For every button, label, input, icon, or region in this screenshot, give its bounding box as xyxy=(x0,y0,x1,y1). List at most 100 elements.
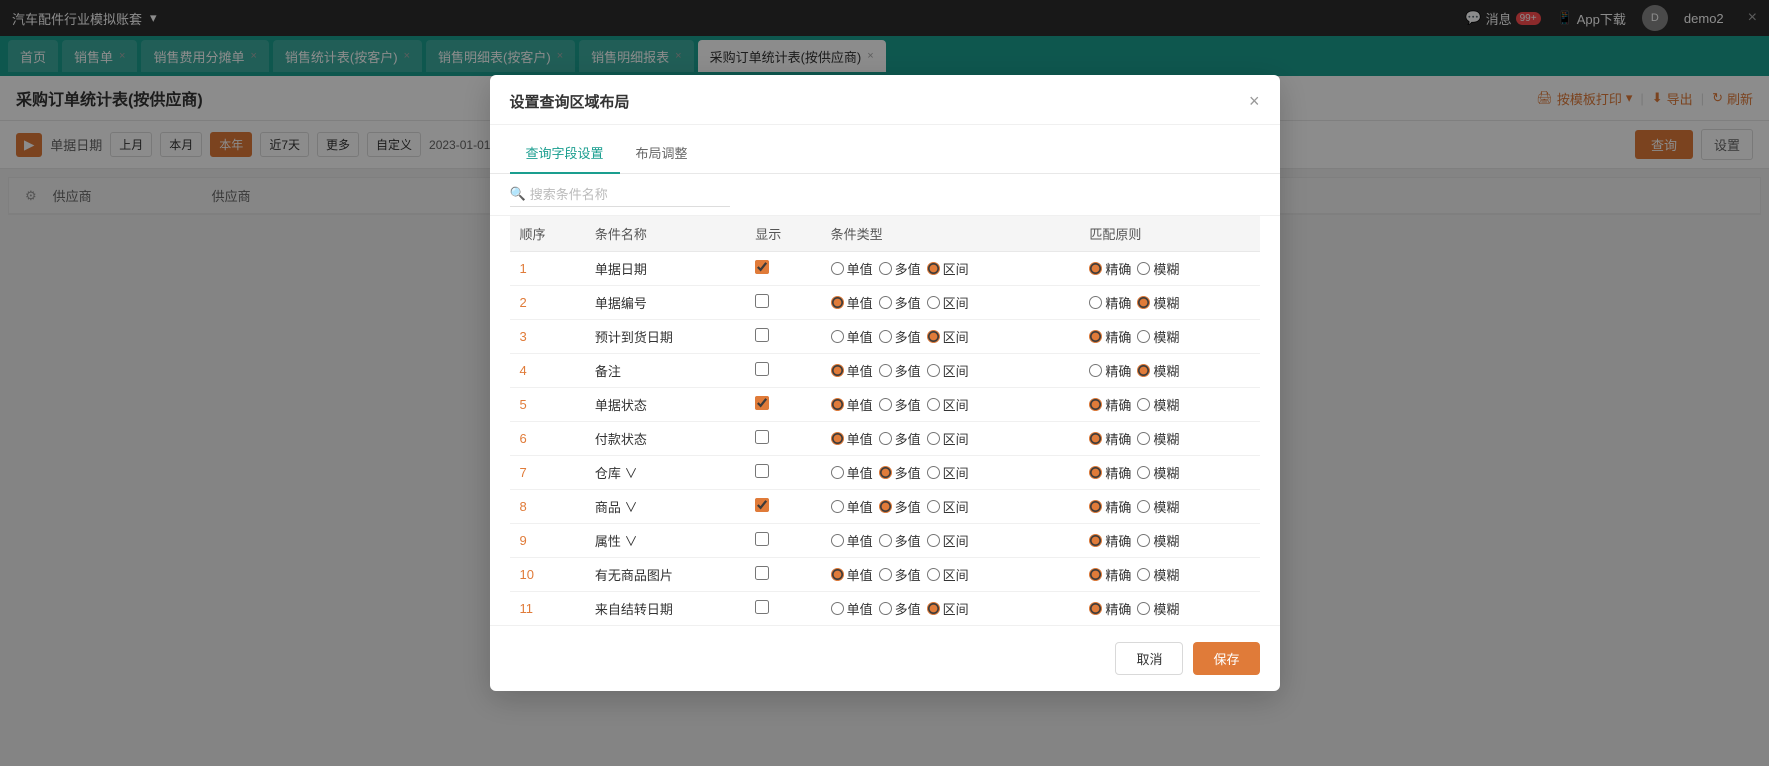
cell-show[interactable] xyxy=(745,320,820,354)
col-type: 条件类型 xyxy=(821,216,1080,252)
match-exact-radio[interactable]: 精确 xyxy=(1089,497,1131,516)
cell-type: 单值多值区间 xyxy=(821,422,1080,456)
cell-match: 精确模糊 xyxy=(1079,524,1259,558)
type-single-radio[interactable]: 单值 xyxy=(831,395,873,414)
type-multi-radio[interactable]: 多值 xyxy=(879,361,921,380)
type-range-radio[interactable]: 区间 xyxy=(927,497,969,516)
show-checkbox[interactable] xyxy=(755,430,769,444)
show-checkbox[interactable] xyxy=(755,532,769,546)
type-single-radio[interactable]: 单值 xyxy=(831,361,873,380)
match-fuzzy-radio[interactable]: 模糊 xyxy=(1137,599,1179,618)
type-multi-radio[interactable]: 多值 xyxy=(879,429,921,448)
match-fuzzy-radio[interactable]: 模糊 xyxy=(1137,565,1179,584)
match-exact-radio[interactable]: 精确 xyxy=(1089,293,1131,312)
save-button[interactable]: 保存 xyxy=(1193,642,1259,675)
type-multi-radio[interactable]: 多值 xyxy=(879,565,921,584)
type-range-radio[interactable]: 区间 xyxy=(927,429,969,448)
match-fuzzy-radio[interactable]: 模糊 xyxy=(1137,395,1179,414)
match-fuzzy-radio[interactable]: 模糊 xyxy=(1137,463,1179,482)
match-exact-radio[interactable]: 精确 xyxy=(1089,395,1131,414)
cell-type: 单值多值区间 xyxy=(821,286,1080,320)
type-multi-radio[interactable]: 多值 xyxy=(879,293,921,312)
match-fuzzy-radio[interactable]: 模糊 xyxy=(1137,327,1179,346)
cell-match: 精确模糊 xyxy=(1079,558,1259,592)
type-multi-radio[interactable]: 多值 xyxy=(879,327,921,346)
type-radio-group: 单值多值区间 xyxy=(831,259,1070,278)
type-multi-radio[interactable]: 多值 xyxy=(879,497,921,516)
type-range-radio[interactable]: 区间 xyxy=(927,565,969,584)
type-range-radio[interactable]: 区间 xyxy=(927,259,969,278)
cell-order: 11 xyxy=(510,592,585,626)
show-checkbox[interactable] xyxy=(755,294,769,308)
type-single-radio[interactable]: 单值 xyxy=(831,565,873,584)
search-input[interactable] xyxy=(530,187,710,202)
cell-show[interactable] xyxy=(745,286,820,320)
match-exact-radio[interactable]: 精确 xyxy=(1089,259,1131,278)
match-fuzzy-radio[interactable]: 模糊 xyxy=(1137,429,1179,448)
cell-show[interactable] xyxy=(745,456,820,490)
match-fuzzy-radio[interactable]: 模糊 xyxy=(1137,293,1179,312)
type-multi-radio[interactable]: 多值 xyxy=(879,395,921,414)
cell-show[interactable] xyxy=(745,422,820,456)
match-fuzzy-radio[interactable]: 模糊 xyxy=(1137,531,1179,550)
type-range-radio[interactable]: 区间 xyxy=(927,293,969,312)
cancel-button[interactable]: 取消 xyxy=(1115,642,1183,675)
type-single-radio[interactable]: 单值 xyxy=(831,259,873,278)
type-single-radio[interactable]: 单值 xyxy=(831,497,873,516)
match-exact-radio[interactable]: 精确 xyxy=(1089,463,1131,482)
order-number: 1 xyxy=(520,261,527,276)
show-checkbox[interactable] xyxy=(755,362,769,376)
type-single-radio[interactable]: 单值 xyxy=(831,463,873,482)
show-checkbox[interactable] xyxy=(755,464,769,478)
type-multi-radio[interactable]: 多值 xyxy=(879,259,921,278)
match-exact-radio[interactable]: 精确 xyxy=(1089,599,1131,618)
match-exact-radio[interactable]: 精确 xyxy=(1089,565,1131,584)
match-fuzzy-radio[interactable]: 模糊 xyxy=(1137,361,1179,380)
show-checkbox[interactable] xyxy=(755,396,769,410)
type-single-radio[interactable]: 单值 xyxy=(831,327,873,346)
tab-query-fields-label: 查询字段设置 xyxy=(526,146,604,161)
col-show: 显示 xyxy=(745,216,820,252)
match-radio-group: 精确模糊 xyxy=(1089,497,1249,516)
cell-show[interactable] xyxy=(745,252,820,286)
type-single-radio[interactable]: 单值 xyxy=(831,599,873,618)
type-multi-radio[interactable]: 多值 xyxy=(879,463,921,482)
cell-show[interactable] xyxy=(745,490,820,524)
match-radio-group: 精确模糊 xyxy=(1089,565,1249,584)
match-exact-radio[interactable]: 精确 xyxy=(1089,531,1131,550)
cell-show[interactable] xyxy=(745,524,820,558)
tab-query-fields[interactable]: 查询字段设置 xyxy=(510,137,620,174)
match-exact-radio[interactable]: 精确 xyxy=(1089,361,1131,380)
type-range-radio[interactable]: 区间 xyxy=(927,327,969,346)
show-checkbox[interactable] xyxy=(755,260,769,274)
conditions-table: 顺序 条件名称 显示 条件类型 匹配原则 1单据日期单值多值区间精确模糊2单据编… xyxy=(510,216,1260,625)
type-range-radio[interactable]: 区间 xyxy=(927,395,969,414)
show-checkbox[interactable] xyxy=(755,328,769,342)
type-single-radio[interactable]: 单值 xyxy=(831,293,873,312)
type-single-radio[interactable]: 单值 xyxy=(831,429,873,448)
type-radio-group: 单值多值区间 xyxy=(831,463,1070,482)
cell-order: 2 xyxy=(510,286,585,320)
match-exact-radio[interactable]: 精确 xyxy=(1089,429,1131,448)
cell-show[interactable] xyxy=(745,354,820,388)
cell-show[interactable] xyxy=(745,558,820,592)
match-fuzzy-radio[interactable]: 模糊 xyxy=(1137,497,1179,516)
show-checkbox[interactable] xyxy=(755,600,769,614)
table-row: 4备注单值多值区间精确模糊 xyxy=(510,354,1260,388)
type-multi-radio[interactable]: 多值 xyxy=(879,599,921,618)
show-checkbox[interactable] xyxy=(755,566,769,580)
tab-layout-adjust[interactable]: 布局调整 xyxy=(620,137,704,174)
dialog-close-button[interactable]: × xyxy=(1249,91,1260,112)
match-exact-radio[interactable]: 精确 xyxy=(1089,327,1131,346)
type-single-radio[interactable]: 单值 xyxy=(831,531,873,550)
type-radio-group: 单值多值区间 xyxy=(831,395,1070,414)
show-checkbox[interactable] xyxy=(755,498,769,512)
type-range-radio[interactable]: 区间 xyxy=(927,361,969,380)
match-fuzzy-radio[interactable]: 模糊 xyxy=(1137,259,1179,278)
cell-show[interactable] xyxy=(745,388,820,422)
type-range-radio[interactable]: 区间 xyxy=(927,531,969,550)
cell-show[interactable] xyxy=(745,592,820,626)
type-range-radio[interactable]: 区间 xyxy=(927,599,969,618)
type-range-radio[interactable]: 区间 xyxy=(927,463,969,482)
type-multi-radio[interactable]: 多值 xyxy=(879,531,921,550)
